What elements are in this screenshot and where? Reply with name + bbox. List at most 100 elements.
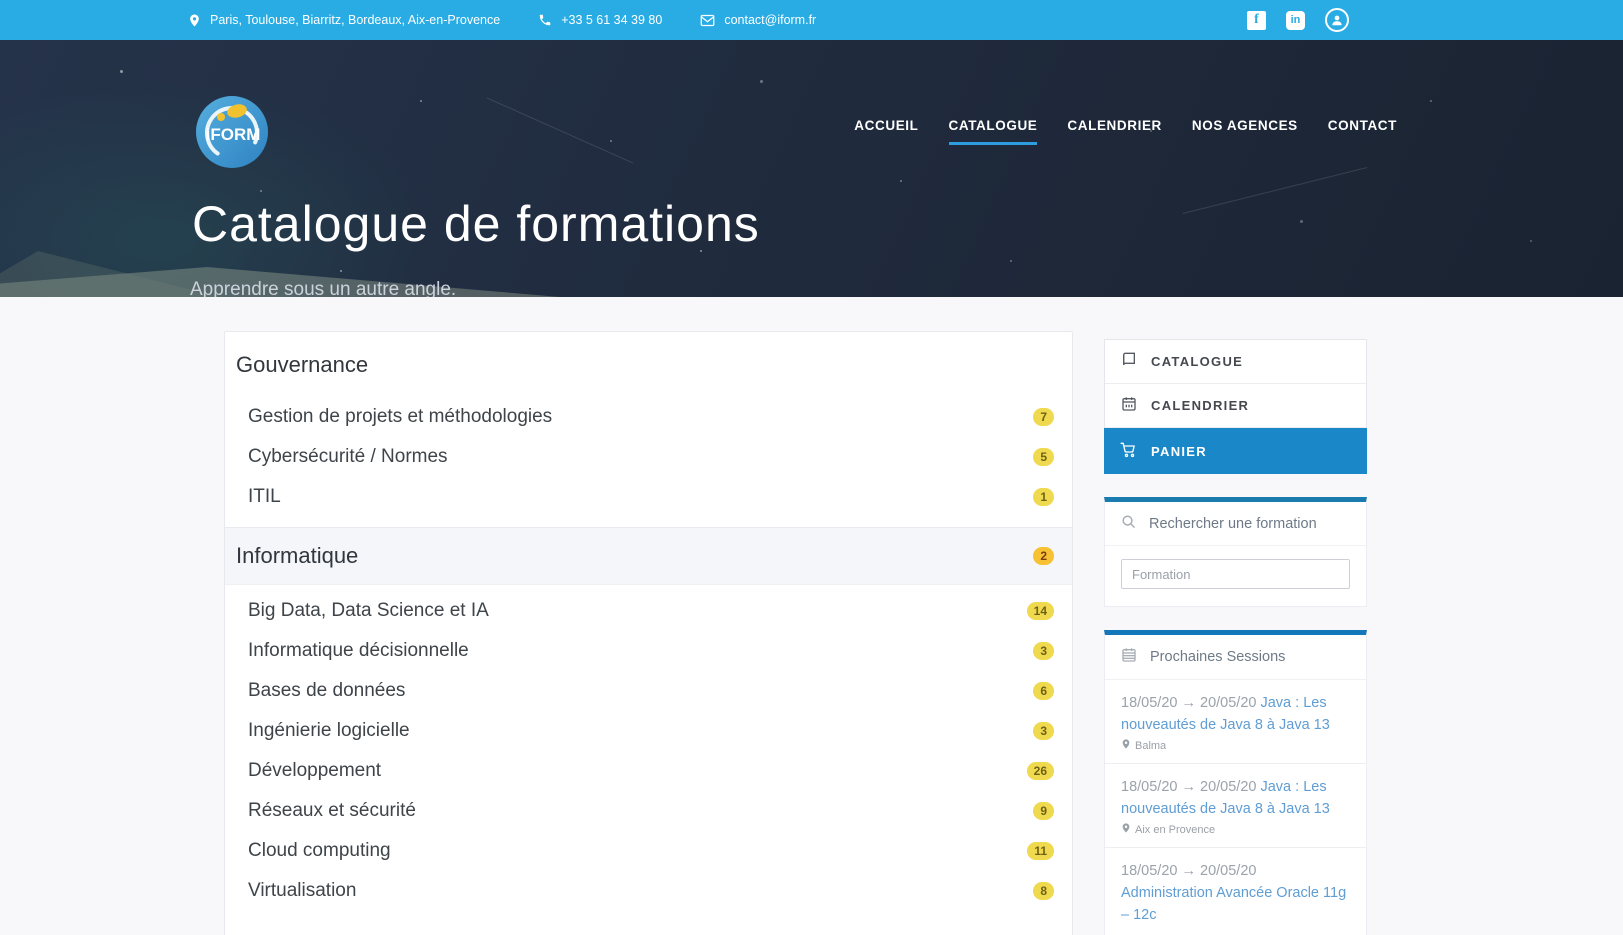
session-text: 18/05/20 → 20/05/20 Administration Avanc… — [1121, 860, 1350, 926]
topbar-email-text: contact@iform.fr — [724, 13, 817, 27]
sidebar: CATALOGUE CALENDRIER PANIER Rechercher une… — [1104, 339, 1367, 935]
phone-icon — [538, 13, 552, 27]
item-count-badge: 9 — [1033, 802, 1054, 820]
sessions-widget-title: Prochaines Sessions — [1150, 649, 1286, 665]
category-item-label: Informatique décisionnelle — [248, 640, 469, 661]
category-header[interactable]: Informatique 2 — [225, 527, 1072, 585]
nav-item-catalogue[interactable]: CATALOGUE — [948, 118, 1038, 145]
topbar: Paris, Toulouse, Biarritz, Bordeaux, Aix… — [0, 0, 1623, 40]
search-widget-header: Rechercher une formation — [1105, 502, 1366, 546]
calendar-icon — [1121, 647, 1137, 667]
category-item[interactable]: Big Data, Data Science et IA 14 — [225, 591, 1072, 631]
nav-item-contact[interactable]: CONTACT — [1328, 118, 1397, 145]
item-count-badge: 6 — [1033, 682, 1054, 700]
book-icon — [1121, 352, 1137, 371]
category-item[interactable]: Ingénierie logicielle 3 — [225, 711, 1072, 751]
item-count-badge: 1 — [1033, 488, 1054, 506]
facebook-icon[interactable]: f — [1247, 10, 1266, 30]
session-location-text: Aix en Provence — [1135, 823, 1216, 836]
category-item[interactable]: Gestion de projets et méthodologies 7 — [225, 397, 1072, 437]
item-count-badge: 11 — [1027, 842, 1054, 860]
nav-item-calendrier[interactable]: CALENDRIER — [1067, 118, 1162, 145]
category-item[interactable]: Réseaux et sécurité 9 — [225, 791, 1072, 831]
category-item[interactable]: Cloud computing 11 — [225, 831, 1072, 871]
topbar-email[interactable]: contact@iform.fr — [700, 13, 816, 27]
envelope-icon — [700, 14, 715, 27]
session-item: 18/05/20 → 20/05/20 Java : Les nouveauté… — [1105, 764, 1366, 848]
topbar-phone[interactable]: +33 5 61 34 39 80 — [538, 13, 662, 27]
search-widget-title: Rechercher une formation — [1149, 515, 1317, 532]
category-item-label: Cloud computing — [248, 840, 391, 861]
sidebar-menu-label: CATALOGUE — [1151, 354, 1244, 369]
topbar-social: f in — [1247, 8, 1349, 32]
topbar-phone-text: +33 5 61 34 39 80 — [561, 13, 663, 27]
category-item-label: ITIL — [248, 486, 281, 507]
sidebar-menu-label: CALENDRIER — [1151, 398, 1250, 413]
sidebar-menu-panier[interactable]: PANIER — [1104, 428, 1367, 474]
category-title: Gouvernance — [236, 352, 369, 377]
page-title: Catalogue de formations — [192, 196, 760, 252]
svg-text:iFORM: iFORM — [206, 125, 261, 144]
linkedin-icon[interactable]: in — [1286, 10, 1305, 30]
catalog-section: Informatique 2 Big Data, Data Science et I… — [225, 527, 1072, 921]
topbar-locations: Paris, Toulouse, Biarritz, Bordeaux, Aix… — [188, 13, 500, 27]
account-icon[interactable] — [1325, 8, 1349, 32]
category-header[interactable]: Gouvernance — [225, 332, 1072, 391]
main-nav: ACCUEIL CATALOGUE CALENDRIER NOS AGENCES CON… — [854, 118, 1397, 145]
category-item[interactable]: Informatique décisionnelle 3 — [225, 631, 1072, 671]
search-icon — [1121, 514, 1136, 533]
sessions-widget: Prochaines Sessions 18/05/20 → 20/05/20 … — [1104, 630, 1367, 935]
item-count-badge: 3 — [1033, 642, 1054, 660]
cart-icon — [1120, 442, 1137, 461]
category-item-label: Développement — [248, 760, 382, 781]
sessions-list: 18/05/20 → 20/05/20 Java : Les nouveauté… — [1105, 680, 1366, 935]
category-count-badge: 2 — [1033, 547, 1054, 565]
category-items: Gestion de projets et méthodologies 7 Cybe… — [225, 391, 1072, 527]
sidebar-menu-calendrier[interactable]: CALENDRIER — [1105, 384, 1366, 428]
search-input[interactable] — [1121, 559, 1350, 589]
category-item-label: Cybersécurité / Normes — [248, 446, 448, 467]
category-item-label: Big Data, Data Science et IA — [248, 600, 489, 621]
session-dates: 18/05/20 → 20/05/20 — [1121, 695, 1257, 711]
item-count-badge: 5 — [1033, 448, 1054, 466]
session-text: 18/05/20 → 20/05/20 Java : Les nouveauté… — [1121, 692, 1350, 736]
search-widget: Rechercher une formation — [1104, 497, 1367, 607]
map-pin-icon — [1121, 823, 1131, 836]
session-link[interactable]: Administration Avancée Oracle 11g – 12c — [1121, 885, 1346, 923]
iform-logo[interactable]: iFORM — [196, 96, 268, 168]
category-item-label: Gestion de projets et méthodologies — [248, 406, 553, 427]
category-title: Informatique — [236, 543, 359, 568]
session-dates: 18/05/20 → 20/05/20 — [1121, 779, 1257, 795]
item-count-badge: 3 — [1033, 722, 1054, 740]
hero-header: iFORM ACCUEIL CATALOGUE CALENDRIER NOS AGEN… — [0, 40, 1623, 297]
category-item[interactable]: Virtualisation 8 — [225, 871, 1072, 911]
category-items: Big Data, Data Science et IA 14 Informatiq… — [225, 585, 1072, 921]
item-count-badge: 8 — [1033, 882, 1054, 900]
session-text: 18/05/20 → 20/05/20 Java : Les nouveauté… — [1121, 776, 1350, 820]
map-pin-icon — [188, 14, 201, 27]
map-pin-icon — [1121, 739, 1131, 752]
session-location: Aix en Provence — [1121, 823, 1350, 836]
category-item[interactable]: ITIL 1 — [225, 477, 1072, 517]
category-item-label: Bases de données — [248, 680, 406, 701]
category-item[interactable]: Développement 26 — [225, 751, 1072, 791]
page: Paris, Toulouse, Biarritz, Bordeaux, Aix… — [0, 0, 1623, 935]
category-item-label: Virtualisation — [248, 880, 357, 901]
nav-item-accueil[interactable]: ACCUEIL — [854, 118, 918, 145]
category-item[interactable]: Cybersécurité / Normes 5 — [225, 437, 1072, 477]
item-count-badge: 26 — [1026, 762, 1054, 780]
category-item[interactable]: Bases de données 6 — [225, 671, 1072, 711]
sidebar-menu-label: PANIER — [1151, 443, 1207, 459]
category-item-label: Réseaux et sécurité — [248, 800, 416, 821]
sessions-widget-header: Prochaines Sessions — [1105, 635, 1366, 680]
session-item: 18/05/20 → 20/05/20 Administration Avanc… — [1105, 848, 1366, 935]
nav-item-nos-agences[interactable]: NOS AGENCES — [1192, 118, 1298, 145]
item-count-badge: 7 — [1033, 408, 1054, 426]
category-item-label: Ingénierie logicielle — [248, 720, 410, 741]
session-item: 18/05/20 → 20/05/20 Java : Les nouveauté… — [1105, 680, 1366, 764]
calendar-icon — [1121, 396, 1137, 415]
page-subtitle: Apprendre sous un autre angle. — [190, 279, 457, 297]
session-location: Balma — [1121, 739, 1350, 752]
sidebar-menu-catalogue[interactable]: CATALOGUE — [1105, 340, 1366, 384]
session-dates: 18/05/20 → 20/05/20 — [1121, 863, 1257, 879]
